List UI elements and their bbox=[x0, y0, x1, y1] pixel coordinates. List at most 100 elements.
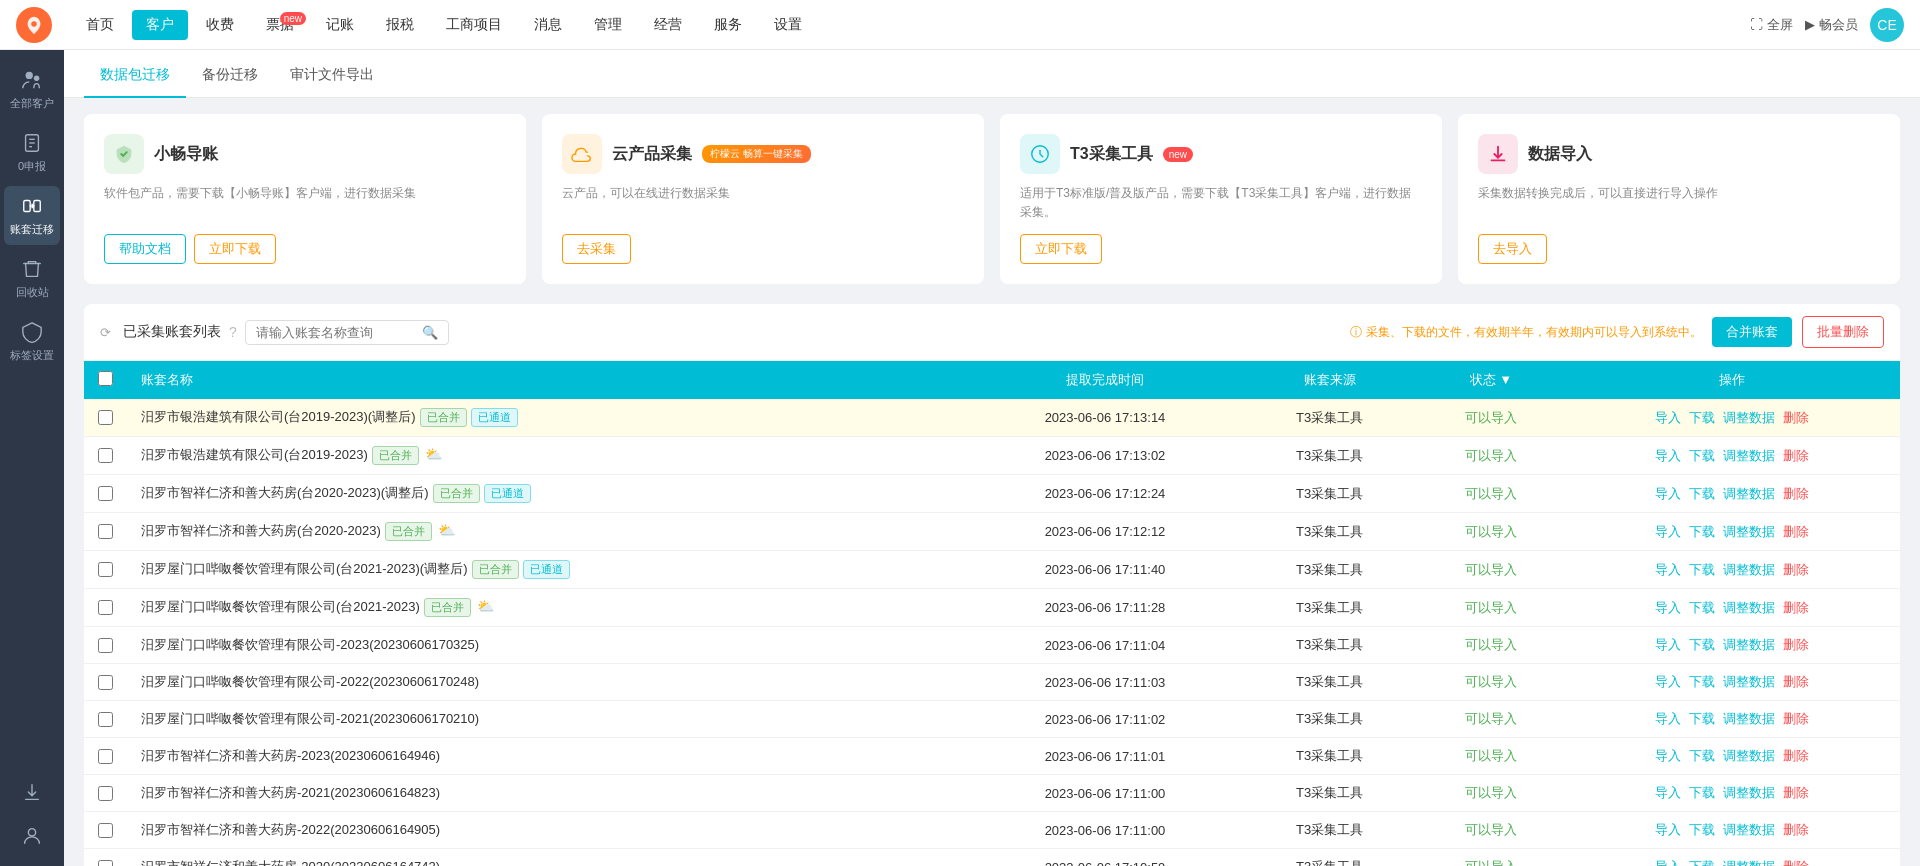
导入-action[interactable]: 导入 bbox=[1655, 485, 1681, 503]
nav-service[interactable]: 服务 bbox=[700, 10, 756, 40]
调整数据-action[interactable]: 调整数据 bbox=[1723, 673, 1775, 691]
row-checkbox[interactable] bbox=[98, 524, 113, 539]
nav-business[interactable]: 工商项目 bbox=[432, 10, 516, 40]
下载-action[interactable]: 下载 bbox=[1689, 821, 1715, 839]
row-checkbox[interactable] bbox=[98, 675, 113, 690]
nav-customer[interactable]: 客户 bbox=[132, 10, 188, 40]
nav-accounting[interactable]: 记账 bbox=[312, 10, 368, 40]
nav-operation[interactable]: 经营 bbox=[640, 10, 696, 40]
导入-action[interactable]: 导入 bbox=[1655, 858, 1681, 866]
sidebar-user[interactable] bbox=[4, 816, 60, 856]
search-button[interactable]: 🔍 bbox=[422, 325, 438, 340]
下载-action[interactable]: 下载 bbox=[1689, 485, 1715, 503]
导入-action[interactable]: 导入 bbox=[1655, 784, 1681, 802]
row-checkbox[interactable] bbox=[98, 448, 113, 463]
row-checkbox[interactable] bbox=[98, 749, 113, 764]
nav-invoice[interactable]: 票据 new bbox=[252, 10, 308, 40]
调整数据-action[interactable]: 调整数据 bbox=[1723, 747, 1775, 765]
row-checkbox[interactable] bbox=[98, 638, 113, 653]
下载-action[interactable]: 下载 bbox=[1689, 784, 1715, 802]
导入-action[interactable]: 导入 bbox=[1655, 821, 1681, 839]
merge-account-button[interactable]: 合并账套 bbox=[1712, 317, 1792, 347]
delete-action[interactable]: 删除 bbox=[1783, 409, 1809, 427]
delete-action[interactable]: 删除 bbox=[1783, 673, 1809, 691]
go-import-button[interactable]: 去导入 bbox=[1478, 234, 1547, 264]
delete-action[interactable]: 删除 bbox=[1783, 710, 1809, 728]
调整数据-action[interactable]: 调整数据 bbox=[1723, 599, 1775, 617]
delete-action[interactable]: 删除 bbox=[1783, 599, 1809, 617]
导入-action[interactable]: 导入 bbox=[1655, 710, 1681, 728]
导入-action[interactable]: 导入 bbox=[1655, 747, 1681, 765]
tab-data-migration[interactable]: 数据包迁移 bbox=[84, 54, 186, 98]
调整数据-action[interactable]: 调整数据 bbox=[1723, 523, 1775, 541]
row-checkbox[interactable] bbox=[98, 600, 113, 615]
调整数据-action[interactable]: 调整数据 bbox=[1723, 447, 1775, 465]
nav-settings[interactable]: 设置 bbox=[760, 10, 816, 40]
调整数据-action[interactable]: 调整数据 bbox=[1723, 784, 1775, 802]
下载-action[interactable]: 下载 bbox=[1689, 858, 1715, 866]
t3-download-button[interactable]: 立即下载 bbox=[1020, 234, 1102, 264]
delete-action[interactable]: 删除 bbox=[1783, 561, 1809, 579]
select-all-checkbox[interactable] bbox=[98, 371, 113, 386]
导入-action[interactable]: 导入 bbox=[1655, 636, 1681, 654]
下载-action[interactable]: 下载 bbox=[1689, 599, 1715, 617]
delete-action[interactable]: 删除 bbox=[1783, 523, 1809, 541]
delete-action[interactable]: 删除 bbox=[1783, 485, 1809, 503]
下载-action[interactable]: 下载 bbox=[1689, 561, 1715, 579]
delete-action[interactable]: 删除 bbox=[1783, 447, 1809, 465]
tab-audit-export[interactable]: 审计文件导出 bbox=[274, 54, 390, 98]
fullscreen-btn[interactable]: ⛶ 全屏 bbox=[1750, 16, 1793, 34]
下载-action[interactable]: 下载 bbox=[1689, 673, 1715, 691]
row-checkbox[interactable] bbox=[98, 786, 113, 801]
help-doc-button[interactable]: 帮助文档 bbox=[104, 234, 186, 264]
refresh-icon[interactable]: ⟳ bbox=[100, 325, 111, 340]
调整数据-action[interactable]: 调整数据 bbox=[1723, 710, 1775, 728]
sidebar-item-tag-settings[interactable]: 标签设置 bbox=[4, 312, 60, 371]
delete-action[interactable]: 删除 bbox=[1783, 636, 1809, 654]
sidebar-item-recycle[interactable]: 回收站 bbox=[4, 249, 60, 308]
delete-action[interactable]: 删除 bbox=[1783, 858, 1809, 866]
tab-backup-migration[interactable]: 备份迁移 bbox=[186, 54, 274, 98]
导入-action[interactable]: 导入 bbox=[1655, 561, 1681, 579]
sidebar-item-account-migration[interactable]: 账套迁移 bbox=[4, 186, 60, 245]
delete-action[interactable]: 删除 bbox=[1783, 747, 1809, 765]
nav-home[interactable]: 首页 bbox=[72, 10, 128, 40]
user-avatar[interactable]: CE bbox=[1870, 8, 1904, 42]
下载-action[interactable]: 下载 bbox=[1689, 523, 1715, 541]
sidebar-item-zero-report[interactable]: 0申报 bbox=[4, 123, 60, 182]
调整数据-action[interactable]: 调整数据 bbox=[1723, 485, 1775, 503]
row-checkbox[interactable] bbox=[98, 562, 113, 577]
下载-action[interactable]: 下载 bbox=[1689, 747, 1715, 765]
batch-delete-button[interactable]: 批量删除 bbox=[1802, 316, 1884, 348]
delete-action[interactable]: 删除 bbox=[1783, 821, 1809, 839]
nav-billing[interactable]: 收费 bbox=[192, 10, 248, 40]
sidebar-item-all-clients[interactable]: 全部客户 bbox=[4, 60, 60, 119]
导入-action[interactable]: 导入 bbox=[1655, 673, 1681, 691]
delete-action[interactable]: 删除 bbox=[1783, 784, 1809, 802]
member-btn[interactable]: ▶ 畅会员 bbox=[1805, 16, 1858, 34]
nav-management[interactable]: 管理 bbox=[580, 10, 636, 40]
go-collect-button[interactable]: 去采集 bbox=[562, 234, 631, 264]
导入-action[interactable]: 导入 bbox=[1655, 447, 1681, 465]
调整数据-action[interactable]: 调整数据 bbox=[1723, 821, 1775, 839]
row-checkbox[interactable] bbox=[98, 486, 113, 501]
sidebar-download[interactable] bbox=[4, 772, 60, 812]
调整数据-action[interactable]: 调整数据 bbox=[1723, 409, 1775, 427]
search-input[interactable] bbox=[256, 325, 416, 340]
xiao-chang-download-button[interactable]: 立即下载 bbox=[194, 234, 276, 264]
调整数据-action[interactable]: 调整数据 bbox=[1723, 561, 1775, 579]
调整数据-action[interactable]: 调整数据 bbox=[1723, 636, 1775, 654]
nav-message[interactable]: 消息 bbox=[520, 10, 576, 40]
下载-action[interactable]: 下载 bbox=[1689, 636, 1715, 654]
app-logo[interactable] bbox=[16, 7, 52, 43]
导入-action[interactable]: 导入 bbox=[1655, 599, 1681, 617]
row-checkbox[interactable] bbox=[98, 823, 113, 838]
nav-tax[interactable]: 报税 bbox=[372, 10, 428, 40]
下载-action[interactable]: 下载 bbox=[1689, 447, 1715, 465]
下载-action[interactable]: 下载 bbox=[1689, 710, 1715, 728]
help-icon[interactable]: ? bbox=[229, 324, 237, 340]
row-checkbox[interactable] bbox=[98, 410, 113, 425]
下载-action[interactable]: 下载 bbox=[1689, 409, 1715, 427]
col-status[interactable]: 状态 ▼ bbox=[1417, 361, 1564, 399]
导入-action[interactable]: 导入 bbox=[1655, 523, 1681, 541]
